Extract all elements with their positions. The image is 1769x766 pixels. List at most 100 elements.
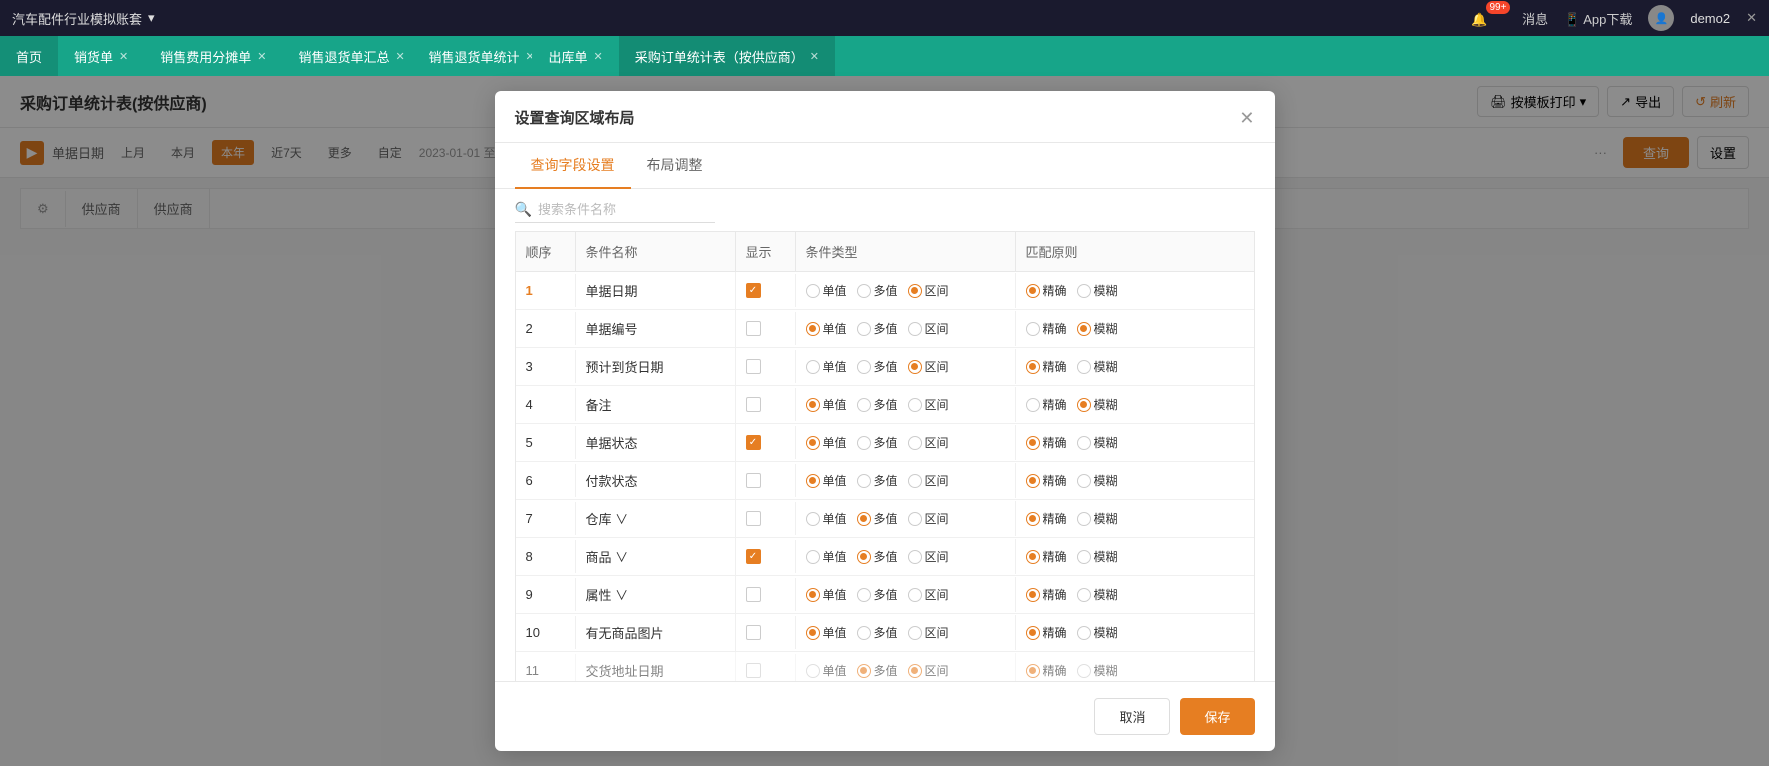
cell-display[interactable]: [736, 426, 796, 459]
display-checkbox[interactable]: [746, 321, 761, 336]
display-checkbox[interactable]: [746, 511, 761, 526]
radio-range[interactable]: 区间: [908, 586, 949, 603]
tab-layout-adjust[interactable]: 布局调整: [631, 143, 719, 189]
radio-fuzzy[interactable]: 模糊: [1077, 282, 1118, 299]
cell-name: 单据编号: [576, 310, 736, 347]
nav-tab5[interactable]: 出库单 ✕: [532, 36, 618, 76]
radio-fuzzy[interactable]: 模糊: [1077, 586, 1118, 603]
radio-fuzzy[interactable]: 模糊: [1077, 320, 1118, 337]
match-rule-group: 精确 模糊: [1026, 472, 1118, 489]
radio-multi[interactable]: 多值: [857, 472, 898, 489]
radio-single[interactable]: 单值: [806, 662, 847, 679]
tab-field-settings[interactable]: 查询字段设置: [515, 143, 631, 189]
match-rule-group: 精确 模糊: [1026, 396, 1118, 413]
message-icon[interactable]: 🔔99+ 消息: [1471, 9, 1548, 28]
radio-single[interactable]: 单值: [806, 548, 847, 565]
radio-fuzzy[interactable]: 模糊: [1077, 472, 1118, 489]
radio-fuzzy[interactable]: 模糊: [1077, 358, 1118, 375]
radio-range[interactable]: 区间: [908, 548, 949, 565]
display-checkbox[interactable]: [746, 283, 761, 298]
app-download-icon[interactable]: 📱 App下载: [1564, 9, 1632, 28]
radio-fuzzy[interactable]: 模糊: [1077, 434, 1118, 451]
radio-exact[interactable]: 精确: [1026, 510, 1067, 527]
radio-exact[interactable]: 精确: [1026, 548, 1067, 565]
radio-range[interactable]: 区间: [908, 472, 949, 489]
nav-sales-return[interactable]: 销售退货单汇总 ✕: [282, 36, 412, 76]
radio-range[interactable]: 区间: [908, 396, 949, 413]
radio-fuzzy[interactable]: 模糊: [1077, 548, 1118, 565]
radio-exact[interactable]: 精确: [1026, 586, 1067, 603]
radio-multi[interactable]: 多值: [857, 320, 898, 337]
radio-multi[interactable]: 多值: [857, 282, 898, 299]
cancel-button[interactable]: 取消: [1094, 698, 1170, 735]
cond-type-group: 单值 多值 区间: [806, 624, 949, 641]
nav-sales-fee[interactable]: 销售费用分摊单 ✕: [144, 36, 282, 76]
radio-range[interactable]: 区间: [908, 624, 949, 641]
close-icon[interactable]: ✕: [1746, 10, 1757, 26]
radio-range[interactable]: 区间: [908, 320, 949, 337]
radio-range[interactable]: 区间: [908, 358, 949, 375]
radio-range[interactable]: 区间: [908, 282, 949, 299]
radio-range[interactable]: 区间: [908, 510, 949, 527]
app-name: 汽车配件行业模拟账套 ▾: [12, 9, 155, 28]
radio-exact[interactable]: 精确: [1026, 320, 1067, 337]
radio-exact[interactable]: 精确: [1026, 434, 1067, 451]
cell-display[interactable]: [736, 388, 796, 421]
search-input[interactable]: [538, 202, 698, 217]
cell-display[interactable]: [736, 616, 796, 649]
radio-single[interactable]: 单值: [806, 434, 847, 451]
radio-multi[interactable]: 多值: [857, 510, 898, 527]
save-button[interactable]: 保存: [1180, 698, 1254, 735]
display-checkbox[interactable]: [746, 549, 761, 564]
radio-multi[interactable]: 多值: [857, 548, 898, 565]
cell-display[interactable]: [736, 540, 796, 573]
table-row: 10 有无商品图片 单值 多值 区间 精确: [516, 614, 1254, 652]
radio-fuzzy[interactable]: 模糊: [1077, 396, 1118, 413]
display-checkbox[interactable]: [746, 435, 761, 450]
radio-single[interactable]: 单值: [806, 510, 847, 527]
nav-sales-order[interactable]: 销货单 ✕: [58, 36, 144, 76]
radio-multi[interactable]: 多值: [857, 434, 898, 451]
cell-name: 仓库 ∨: [576, 500, 736, 537]
dialog-close-button[interactable]: ✕: [1239, 109, 1254, 127]
nav-purchase-stats[interactable]: 采购订单统计表（按供应商）✕: [619, 36, 835, 76]
radio-multi[interactable]: 多值: [857, 662, 898, 679]
cell-display[interactable]: [736, 502, 796, 535]
cell-display[interactable]: [736, 350, 796, 383]
radio-fuzzy[interactable]: 模糊: [1077, 662, 1118, 679]
radio-single[interactable]: 单值: [806, 586, 847, 603]
radio-single[interactable]: 单值: [806, 472, 847, 489]
display-checkbox[interactable]: [746, 359, 761, 374]
radio-exact[interactable]: 精确: [1026, 472, 1067, 489]
display-checkbox[interactable]: [746, 663, 761, 678]
radio-multi[interactable]: 多值: [857, 396, 898, 413]
display-checkbox[interactable]: [746, 397, 761, 412]
radio-exact[interactable]: 精确: [1026, 624, 1067, 641]
display-checkbox[interactable]: [746, 473, 761, 488]
display-checkbox[interactable]: [746, 587, 761, 602]
radio-single[interactable]: 单值: [806, 624, 847, 641]
radio-exact[interactable]: 精确: [1026, 396, 1067, 413]
radio-exact[interactable]: 精确: [1026, 662, 1067, 679]
radio-exact[interactable]: 精确: [1026, 282, 1067, 299]
radio-single[interactable]: 单值: [806, 320, 847, 337]
radio-exact[interactable]: 精确: [1026, 358, 1067, 375]
radio-single[interactable]: 单值: [806, 358, 847, 375]
radio-multi[interactable]: 多值: [857, 624, 898, 641]
cell-display[interactable]: [736, 464, 796, 497]
radio-single[interactable]: 单值: [806, 282, 847, 299]
radio-range[interactable]: 区间: [908, 434, 949, 451]
radio-multi[interactable]: 多值: [857, 586, 898, 603]
cell-display[interactable]: [736, 654, 796, 681]
nav-tab4[interactable]: 销售退货单统计 ✕: [412, 36, 532, 76]
cell-display[interactable]: [736, 578, 796, 611]
radio-multi[interactable]: 多值: [857, 358, 898, 375]
radio-fuzzy[interactable]: 模糊: [1077, 624, 1118, 641]
radio-fuzzy[interactable]: 模糊: [1077, 510, 1118, 527]
display-checkbox[interactable]: [746, 625, 761, 640]
nav-home[interactable]: 首页: [0, 36, 58, 76]
cell-display[interactable]: [736, 274, 796, 307]
cell-display[interactable]: [736, 312, 796, 345]
radio-range[interactable]: 区间: [908, 662, 949, 679]
radio-single[interactable]: 单值: [806, 396, 847, 413]
